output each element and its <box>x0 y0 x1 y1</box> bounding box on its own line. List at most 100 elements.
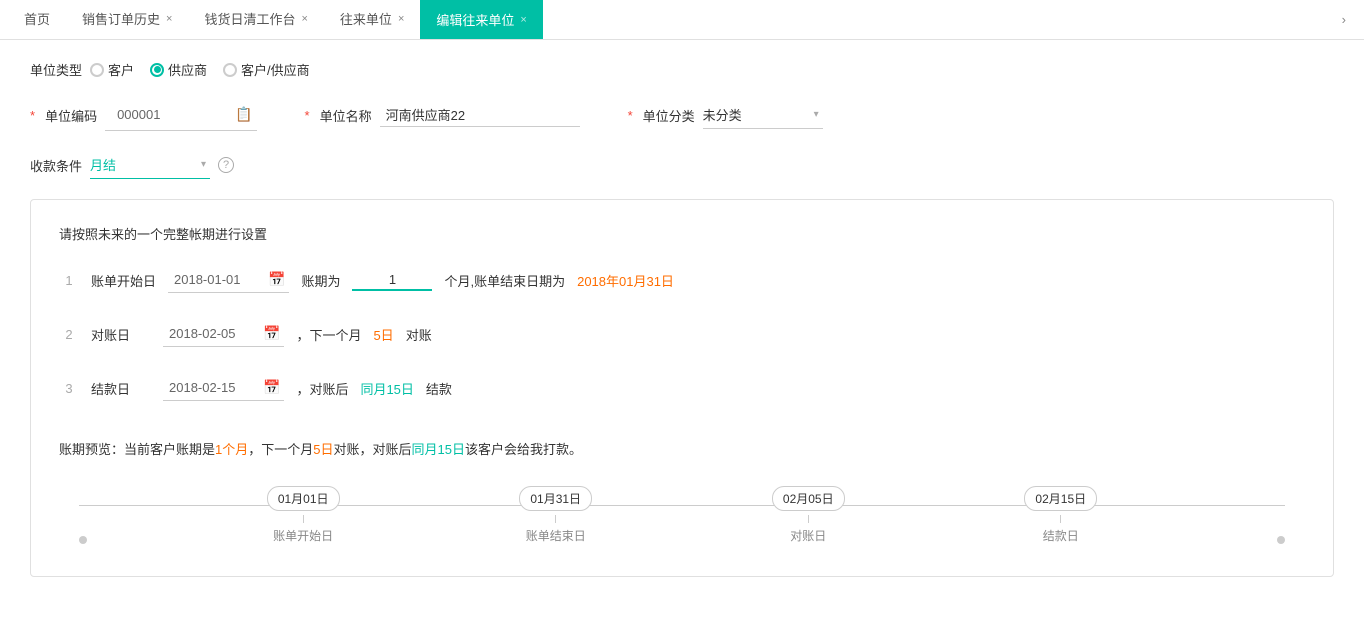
unit-category-value: 未分类 <box>703 105 810 124</box>
tab-partner-close[interactable]: × <box>398 13 404 25</box>
payment-terms-select[interactable]: 月结 ▾ <box>90 151 210 179</box>
unit-category-chevron: ▾ <box>814 109 819 120</box>
row-2-label: 对账日 <box>91 325 151 344</box>
tab-bar: 首页 销售订单历史 × 钱货日清工作台 × 往来单位 × 编辑往来单位 × › <box>0 0 1364 40</box>
payment-terms-label: 收款条件 <box>30 156 82 175</box>
unit-category-label: 单位分类 <box>643 106 695 125</box>
row-3-highlight: 同月15日 <box>360 379 413 398</box>
timeline-end-dot <box>1277 536 1285 544</box>
unit-category-required: * <box>628 108 633 123</box>
radio-customer-circle <box>90 63 104 77</box>
row-1-num: 1 <box>59 273 79 288</box>
tab-sales-order-history-close[interactable]: × <box>166 13 172 25</box>
unit-code-icon[interactable]: 📋 <box>235 106 252 123</box>
row-2-suffix2: 对账 <box>406 325 432 344</box>
payment-terms-row: 收款条件 月结 ▾ ? <box>30 151 1334 179</box>
preview-text: 账期预览：当前客户账期是1个月，下一个月5日对账，对账后同月15日该客户会给我打… <box>59 439 1305 458</box>
row-2-date-input[interactable] <box>169 326 259 341</box>
tab-edit-partner[interactable]: 编辑往来单位 × <box>420 0 542 39</box>
row-1-date-input[interactable] <box>174 272 264 287</box>
unit-code-label: 单位编码 <box>45 106 97 125</box>
timeline-tick-1 <box>303 515 304 523</box>
row-1-end-date: 2018年01月31日 <box>577 271 674 290</box>
tab-cash-work-close[interactable]: × <box>301 13 307 25</box>
timeline-tick-4 <box>1060 515 1061 523</box>
row-1-period-unit: 个月,账单结束日期为 <box>444 271 565 290</box>
timeline-badge-3: 02月05日 <box>772 486 845 511</box>
row-3-date-wrapper: 📅 <box>163 375 284 401</box>
payment-terms-chevron: ▾ <box>201 159 206 170</box>
timeline-end-dot-wrapper <box>1277 536 1285 544</box>
timeline-label-1: 账单开始日 <box>273 527 333 544</box>
radio-supplier-circle <box>150 63 164 77</box>
payment-terms-value: 月结 <box>90 155 197 174</box>
unit-info-row: * 单位编码 📋 * 单位名称 * 单位分类 未分类 ▾ <box>30 99 1334 131</box>
row-1-date-wrapper: 📅 <box>168 267 289 293</box>
unit-code-input-wrapper: 📋 <box>105 99 256 131</box>
radio-both-circle <box>223 63 237 77</box>
row-3-calendar-icon[interactable]: 📅 <box>263 379 280 396</box>
unit-type-row: 单位类型 客户 供应商 客户/供应商 <box>30 60 1334 79</box>
unit-type-label: 单位类型 <box>30 60 82 79</box>
setting-row-2: 2 对账日 📅 ，下一个月 5日 对账 <box>59 321 1305 347</box>
timeline-badge-2: 01月31日 <box>519 486 592 511</box>
payment-terms-help[interactable]: ? <box>218 157 234 173</box>
timeline-label-3: 对账日 <box>790 527 826 544</box>
preview-middle2: 对账，对账后 <box>334 442 412 457</box>
setting-row-3: 3 结款日 📅 ，对账后 同月15日 结款 <box>59 375 1305 401</box>
setting-row-1: 1 账单开始日 📅 账期为 个月,账单结束日期为 2018年01月31日 <box>59 267 1305 293</box>
tab-cash-work[interactable]: 钱货日清工作台 × <box>188 0 323 39</box>
tab-more-button[interactable]: › <box>1332 0 1356 39</box>
timeline-node-3: 02月05日 对账日 <box>772 486 845 544</box>
timeline-label-4: 结款日 <box>1043 527 1079 544</box>
row-3-date-input[interactable] <box>169 380 259 395</box>
unit-name-input[interactable] <box>380 103 580 127</box>
timeline-label-2: 账单结束日 <box>526 527 586 544</box>
settings-box: 请按照未来的一个完整帐期进行设置 1 账单开始日 📅 账期为 个月,账单结束日期… <box>30 199 1334 577</box>
radio-customer[interactable]: 客户 <box>90 60 134 79</box>
timeline-node-1: 01月01日 账单开始日 <box>267 486 340 544</box>
timeline: 01月01日 账单开始日 01月31日 账单结束日 <box>79 486 1285 544</box>
radio-supplier[interactable]: 供应商 <box>150 60 207 79</box>
preview-part3: 同月15日 <box>412 442 465 457</box>
unit-name-label: 单位名称 <box>320 106 372 125</box>
main-content: 单位类型 客户 供应商 客户/供应商 * 单位编码 📋 * 单位名称 * <box>0 40 1364 617</box>
tab-sales-order-history[interactable]: 销售订单历史 × <box>66 0 188 39</box>
row-1-period-input[interactable] <box>352 270 432 291</box>
unit-category-select[interactable]: 未分类 ▾ <box>703 101 823 129</box>
preview-suffix: 该客户会给我打款。 <box>465 442 582 457</box>
row-1-period-label: 账期为 <box>301 271 340 290</box>
tab-home[interactable]: 首页 <box>8 0 66 39</box>
row-2-calendar-icon[interactable]: 📅 <box>263 325 280 342</box>
timeline-wrapper: 01月01日 账单开始日 01月31日 账单结束日 <box>59 478 1305 552</box>
row-3-suffix2: 结款 <box>426 379 452 398</box>
preview-section: 账期预览：当前客户账期是1个月，下一个月5日对账，对账后同月15日该客户会给我打… <box>59 429 1305 552</box>
preview-prefix: 账期预览：当前客户账期是 <box>59 442 215 457</box>
unit-code-required: * <box>30 108 35 123</box>
row-3-label: 结款日 <box>91 379 151 398</box>
row-2-num: 2 <box>59 327 79 342</box>
preview-middle1: ，下一个月 <box>248 442 313 457</box>
row-3-suffix1: ，对账后 <box>296 379 348 398</box>
unit-code-input[interactable] <box>111 103 231 126</box>
timeline-tick-2 <box>555 515 556 523</box>
timeline-badge-4: 02月15日 <box>1024 486 1097 511</box>
settings-title: 请按照未来的一个完整帐期进行设置 <box>59 224 1305 243</box>
timeline-node-4: 02月15日 结款日 <box>1024 486 1097 544</box>
unit-type-radio-group: 客户 供应商 客户/供应商 <box>90 60 310 79</box>
tab-partner[interactable]: 往来单位 × <box>324 0 420 39</box>
timeline-tick-3 <box>808 515 809 523</box>
row-3-num: 3 <box>59 381 79 396</box>
preview-part2: 5日 <box>313 442 333 457</box>
row-2-date-wrapper: 📅 <box>163 321 284 347</box>
timeline-start-dot <box>79 536 87 544</box>
timeline-node-2: 01月31日 账单结束日 <box>519 486 592 544</box>
tab-edit-partner-close[interactable]: × <box>520 14 526 26</box>
row-1-calendar-icon[interactable]: 📅 <box>268 271 285 288</box>
radio-both[interactable]: 客户/供应商 <box>223 60 310 79</box>
row-2-suffix1: ，下一个月 <box>296 325 361 344</box>
timeline-start-dot-wrapper <box>79 536 87 544</box>
preview-part1: 1个月 <box>215 442 248 457</box>
row-1-label: 账单开始日 <box>91 271 156 290</box>
timeline-badge-1: 01月01日 <box>267 486 340 511</box>
